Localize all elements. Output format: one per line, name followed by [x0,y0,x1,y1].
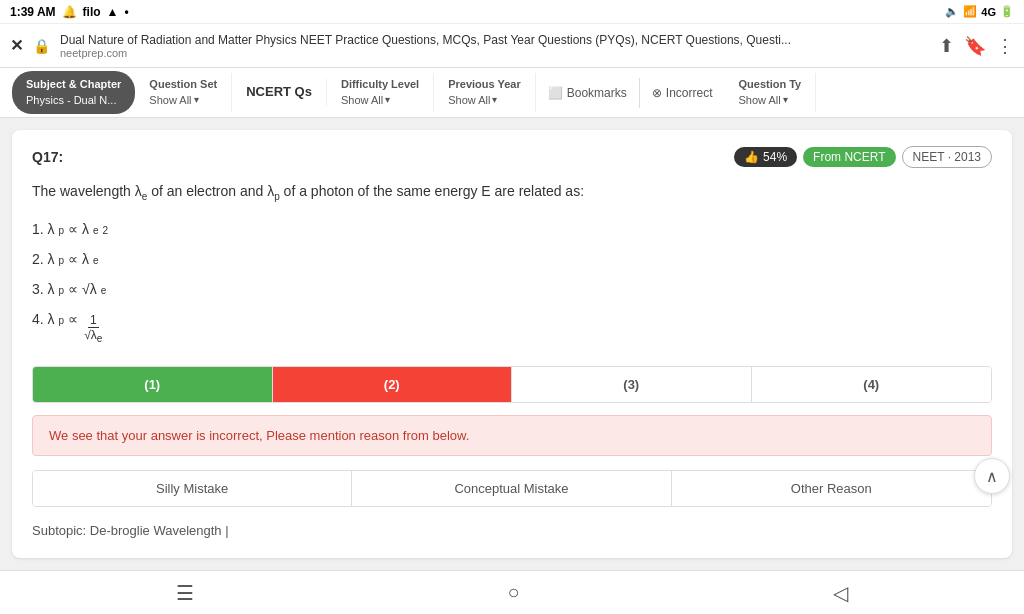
filter-question-type[interactable]: Question Ty Show All ▾ [724,73,816,112]
ncert-badge: From NCERT [803,147,895,167]
answer-button-1[interactable]: (1) [33,367,273,402]
answer-button-4[interactable]: (4) [752,367,992,402]
main-content: Q17: 👍 54% From NCERT NEET · 2013 The wa… [0,118,1024,570]
question-text: The wavelength λe of an electron and λp … [32,180,992,205]
reason-conceptual-mistake[interactable]: Conceptual Mistake [352,471,671,506]
option-2: 2. λp ∝ λe [32,251,992,267]
page-title: Dual Nature of Radiation and Matter Phys… [60,33,929,47]
filter-previous-year[interactable]: Previous Year Show All ▾ [434,73,536,112]
hamburger-menu-icon[interactable]: ☰ [176,581,194,605]
badges: 👍 54% From NCERT NEET · 2013 [734,146,992,168]
back-icon[interactable]: ◁ [833,581,848,605]
network-label: 4G [981,6,996,18]
filter-question-set[interactable]: Question Set Show All ▾ [135,73,232,112]
chevron-up-icon: ∧ [986,467,998,486]
app-name: filo [83,5,101,19]
filter-bar: Subject & Chapter Physics - Dual N... Qu… [0,68,1024,118]
status-bar: 1:39 AM 🔔 filo ▲ • 🔈 📶 4G 🔋 [0,0,1024,24]
filter-difficulty[interactable]: Difficulty Level Show All ▾ [327,73,434,112]
bookmark-icon[interactable]: 🔖 [964,35,986,57]
question-card: Q17: 👍 54% From NCERT NEET · 2013 The wa… [12,130,1012,558]
lock-icon: 🔒 [33,38,50,54]
options-list: 1. λp ∝ λe2 2. λp ∝ λe 3. λp ∝ √λe 4. λp… [32,221,992,346]
option-3: 3. λp ∝ √λe [32,281,992,297]
wifi-icon: 📶 [963,5,977,18]
subtopic: Subtopic: De-broglie Wavelength | [32,519,992,542]
score-badge: 👍 54% [734,147,797,167]
menu-icon[interactable]: ⋮ [996,35,1014,57]
battery-icon: 🔋 [1000,5,1014,18]
option-4: 4. λp ∝ 1√λe [32,311,992,346]
home-icon[interactable]: ○ [507,581,519,604]
time: 1:39 AM [10,5,56,19]
answer-button-2[interactable]: (2) [273,367,513,402]
answer-row: (1) (2) (3) (4) [32,366,992,403]
x-circle-icon: ⊗ [652,86,662,100]
error-message: We see that your answer is incorrect, Pl… [32,415,992,456]
close-button[interactable]: ✕ [10,36,23,55]
bookmark-filter-icon: ⬜ [548,86,563,100]
domain: neetprep.com [60,47,929,59]
incorrect-button[interactable]: ⊗ Incorrect [640,80,725,106]
bottom-nav: ☰ ○ ◁ [0,570,1024,614]
reason-silly-mistake[interactable]: Silly Mistake [33,471,352,506]
neet-badge: NEET · 2013 [902,146,992,168]
volume-icon: 🔈 [945,5,959,18]
filter-ncert[interactable]: NCERT Qs [232,79,327,105]
notification-icon: 🔔 [62,5,77,19]
thumbs-up-icon: 👍 [744,150,759,164]
scroll-up-button[interactable]: ∧ [974,458,1010,494]
bookmarks-button[interactable]: ⬜ Bookmarks [536,80,639,106]
reason-other[interactable]: Other Reason [672,471,991,506]
answer-button-3[interactable]: (3) [512,367,752,402]
signal-icon: ▲ [107,5,119,19]
browser-bar: ✕ 🔒 Dual Nature of Radiation and Matter … [0,24,1024,68]
question-number: Q17: [32,149,63,165]
question-header: Q17: 👍 54% From NCERT NEET · 2013 [32,146,992,168]
filter-subject-chapter[interactable]: Subject & Chapter Physics - Dual N... [12,71,135,114]
option-1: 1. λp ∝ λe2 [32,221,992,237]
dot-icon: • [124,5,128,19]
reason-row: Silly Mistake Conceptual Mistake Other R… [32,470,992,507]
share-icon[interactable]: ⬆ [939,35,954,57]
